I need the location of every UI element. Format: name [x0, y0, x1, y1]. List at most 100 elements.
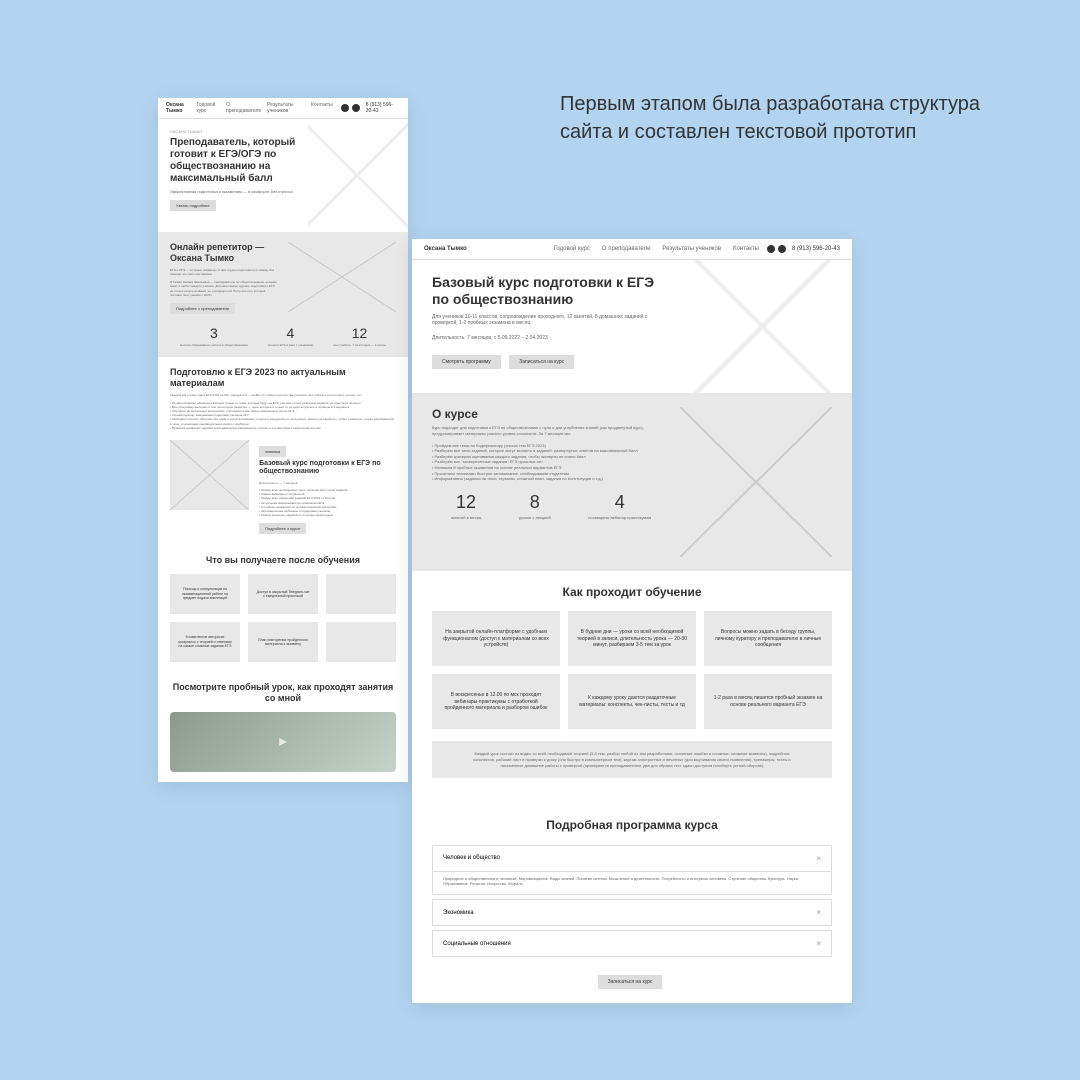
nav-item[interactable]: Результаты учеников: [267, 102, 305, 114]
course-details-button[interactable]: Подробнее о курсе: [259, 523, 306, 534]
hero-section: ОКСАНА ТЫМКО Преподаватель, который гото…: [158, 119, 408, 232]
phone-number[interactable]: 8 (913) 596-20-43: [366, 102, 400, 114]
nav-item[interactable]: Годовой курс: [196, 102, 220, 114]
video-thumbnail[interactable]: [170, 712, 396, 772]
how-note: Каждый урок состоит из видео со всей нео…: [432, 741, 832, 778]
signup-button[interactable]: Записаться на курс: [509, 355, 574, 369]
result-card: Помощь и консультации по экзаменационной…: [170, 574, 240, 614]
nav-item[interactable]: Контакты: [311, 102, 333, 114]
hero-subtitle: Для учеников 10-11 классов, сопровождени…: [432, 314, 672, 327]
stat: 12опыт работы, 7 из которых — в школе: [333, 325, 386, 347]
logo[interactable]: Оксана Тымко: [166, 102, 196, 114]
result-card: [326, 574, 396, 614]
close-icon[interactable]: ×: [816, 908, 821, 917]
close-icon[interactable]: ×: [816, 854, 821, 863]
nav-item[interactable]: Контакты: [733, 246, 759, 252]
how-card: В будние дни — уроки со всей необходимой…: [568, 611, 696, 666]
social-icon[interactable]: [341, 104, 349, 112]
how-card: К каждому уроку даются раздаточные матер…: [568, 674, 696, 729]
program-title: Подробная программа курса: [432, 818, 832, 832]
hero-title: Базовый курс подготовки к ЕГЭ по обществ…: [432, 274, 672, 308]
result-card: План повторения пройденного материала к …: [248, 622, 318, 662]
how-title: Как проходит обучение: [432, 585, 832, 599]
result-card: [326, 622, 396, 662]
header: Оксана Тымко Годовой курс О преподавател…: [158, 98, 408, 119]
stats-row: 3высших образования учителя в обществозн…: [170, 325, 396, 347]
nav-item[interactable]: Результаты учеников: [662, 246, 721, 252]
tutor-section: Онлайн репетитор — Оксана Тымко ЕГЭ и ОГ…: [158, 232, 408, 357]
accordion-content: Природное и общественное в человеке. Мир…: [432, 872, 832, 895]
social-icons: [767, 245, 786, 253]
hero-title: Преподаватель, который готовит к ЕГЭ/ОГЭ…: [170, 137, 306, 185]
nav-item[interactable]: О преподавателе: [226, 102, 261, 114]
prep-title: Подготовлю к ЕГЭ 2023 по актуальным мате…: [170, 367, 396, 389]
stat: 3высших образования учителя в обществозн…: [180, 325, 248, 347]
logo[interactable]: Оксана Тымко: [424, 246, 467, 252]
nav: Годовой курс О преподавателе Результаты …: [554, 246, 759, 252]
badge-new: новинка: [259, 446, 286, 457]
how-card: Вопросы можно задать в беседу группы, ли…: [704, 611, 832, 666]
course-title: Базовый курс подготовки к ЕГЭ по обществ…: [259, 460, 396, 477]
hero-image-placeholder: [308, 119, 408, 232]
view-program-button[interactable]: Смотреть программу: [432, 355, 501, 369]
nav-item[interactable]: О преподавателе: [602, 246, 651, 252]
prep-subtitle: Каждый 4-й ученик сдает ЕГЭ 2022 на 90+,…: [170, 393, 396, 397]
tutor-text: ЕГЭ и ОГЭ — сложные экзамены. К ним труд…: [170, 268, 278, 276]
about-title: О курсе: [432, 407, 670, 421]
how-card: В воскресенье в 12.00 по мск проходят ве…: [432, 674, 560, 729]
nav-item[interactable]: Годовой курс: [554, 246, 590, 252]
social-icon[interactable]: [778, 245, 786, 253]
trial-title: Посмотрите пробный урок, как проходят за…: [170, 682, 396, 704]
course-bullets: • Разбор всех необходимых тем и решение …: [259, 488, 396, 517]
program-section: Подробная программа курса Человек и обще…: [412, 804, 852, 1003]
header: Оксана Тымко Годовой курс О преподавател…: [412, 239, 852, 260]
hero-image-placeholder: [676, 260, 852, 393]
phone-number[interactable]: 8 (913) 596-20-43: [792, 246, 840, 252]
about-bullets: • Пройдем все темы по Кодификатору (спис…: [432, 443, 670, 482]
tutor-photo-placeholder: [288, 242, 396, 312]
accordion-title: Экономика: [443, 910, 474, 916]
results-section: Что вы получаете после обучения Помощь и…: [158, 545, 408, 672]
hero-duration: Длительность: 7 месяцев, с 5.09.2022 – 2…: [432, 335, 672, 342]
accordion-item[interactable]: Экономика ×: [432, 899, 832, 926]
wireframe-left: Оксана Тымко Годовой курс О преподавател…: [158, 98, 408, 782]
about-teacher-button[interactable]: Подробнее о преподавателе: [170, 303, 235, 314]
accordion-title: Социальные отношения: [443, 941, 511, 947]
how-card: 1-2 раза в месяц пишется пробный экзамен…: [704, 674, 832, 729]
learn-more-button[interactable]: Узнать подробнее: [170, 200, 216, 211]
results-title: Что вы получаете после обучения: [170, 555, 396, 566]
tutor-text: Я Тымко Оксана Эмильевна — преподаватель…: [170, 280, 278, 297]
about-section: О курсе Курс подходит для подготовки к Е…: [412, 393, 852, 571]
accordion-title: Человек и общество: [443, 855, 500, 861]
hero-overline: ОКСАНА ТЫМКО: [170, 129, 306, 134]
stat: 4проекта ЕГЭ 4 раза с учениками: [268, 325, 313, 347]
prep-section: Подготовлю к ЕГЭ 2023 по актуальным мате…: [158, 357, 408, 545]
result-card: Доступ в закрытый Telegram-чат с ежеднев…: [248, 574, 318, 614]
trial-section: Посмотрите пробный урок, как проходят за…: [158, 672, 408, 782]
stat: 12занятий в месяц: [451, 492, 482, 520]
stat: 8уроков с лекцией: [519, 492, 551, 520]
hero-subtitle: Эффективная подготовка к экзаменам — в к…: [170, 189, 306, 194]
accordion-item[interactable]: Человек и общество ×: [432, 845, 832, 872]
close-icon[interactable]: ×: [816, 939, 821, 948]
signup-button[interactable]: Записаться на курс: [598, 975, 663, 989]
accordion-item[interactable]: Социальные отношения ×: [432, 930, 832, 957]
page-description: Первым этапом была разработана структура…: [560, 90, 1020, 146]
prep-bullets: • Теория материал обновлен ежегодно толь…: [170, 401, 396, 430]
about-stats: 12занятий в месяц 8уроков с лекцией 4пос…: [432, 492, 670, 520]
how-card: На закрытой онлайн-платформе с удобным ф…: [432, 611, 560, 666]
how-section: Как проходит обучение На закрытой онлайн…: [412, 571, 852, 804]
hero-section: Базовый курс подготовки к ЕГЭ по обществ…: [412, 260, 852, 393]
about-image-placeholder: [680, 407, 832, 557]
stat: 4посвящены вебинар-практикумам: [588, 492, 651, 520]
about-text: Курс подходит для подготовки к ЕГЭ по об…: [432, 425, 670, 436]
social-icon[interactable]: [352, 104, 360, 112]
wireframe-right: Оксана Тымко Годовой курс О преподавател…: [412, 239, 852, 1003]
result-card: 5 комплектов авторских шпаргалок с теори…: [170, 622, 240, 662]
course-image-placeholder: [170, 440, 249, 510]
course-duration: Длительность — 7 месяцев: [259, 481, 396, 485]
tutor-title: Онлайн репетитор — Оксана Тымко: [170, 242, 278, 264]
social-icon[interactable]: [767, 245, 775, 253]
social-icons: [341, 104, 360, 112]
nav: Годовой курс О преподавателе Результаты …: [196, 102, 332, 114]
